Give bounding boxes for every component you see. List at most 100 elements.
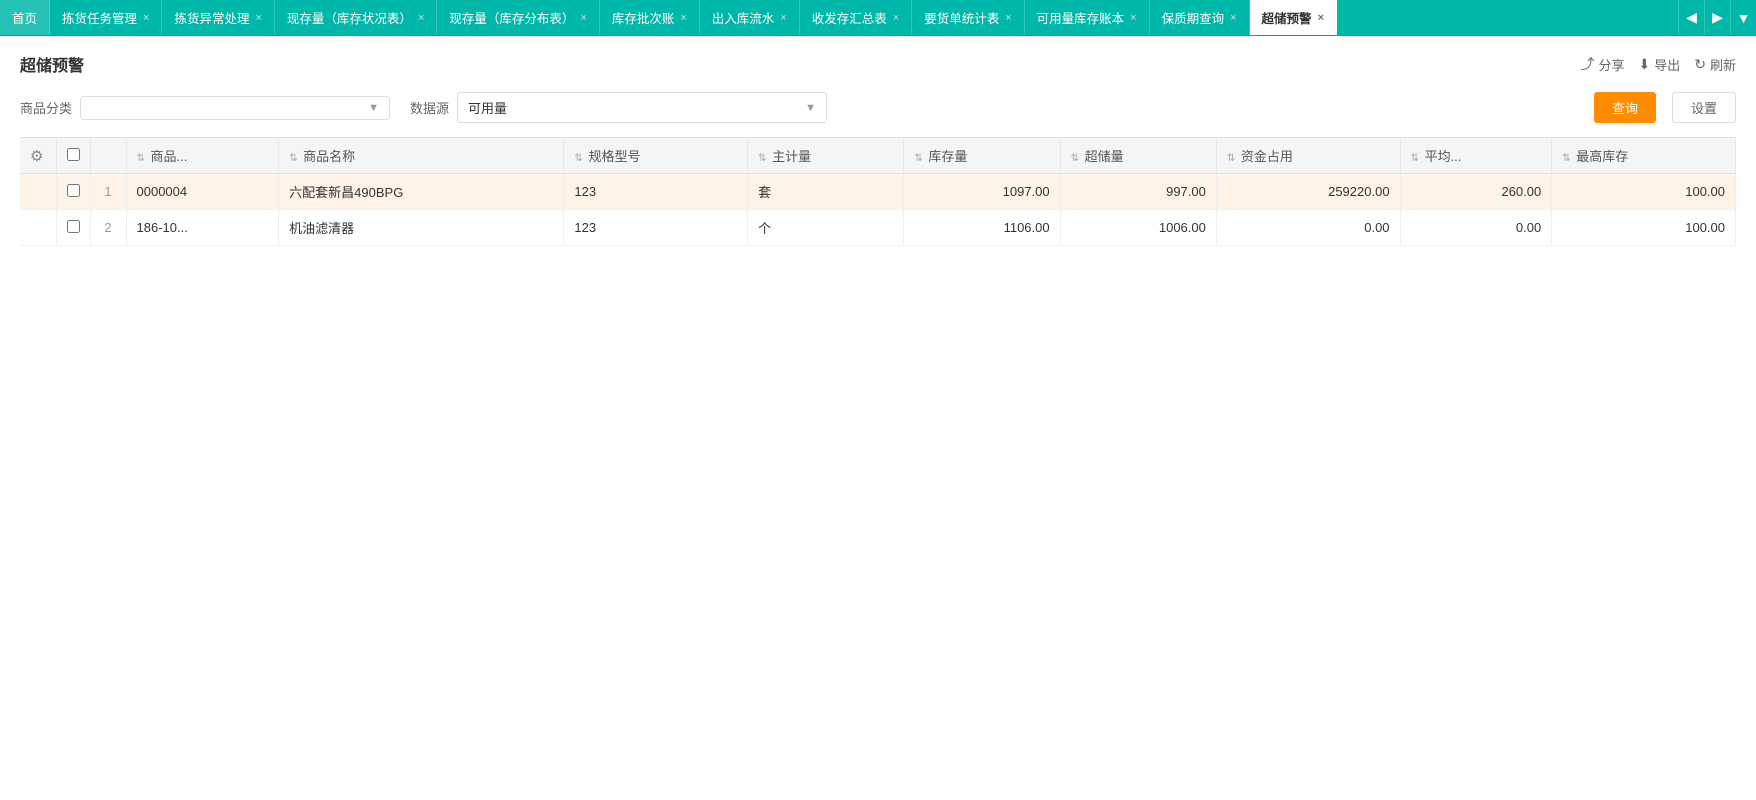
row-unit: 个 xyxy=(748,210,904,246)
row-number: 2 xyxy=(90,210,126,246)
row-max-stock: 100.00 xyxy=(1552,174,1736,210)
max-stock-header[interactable]: ⇅ 最高库存 xyxy=(1552,138,1736,174)
row-stock: 1106.00 xyxy=(904,210,1060,246)
sort-icon: ⇅ xyxy=(1227,153,1235,164)
close-icon[interactable]: × xyxy=(1130,12,1136,24)
capital-header[interactable]: ⇅ 资金占用 xyxy=(1216,138,1400,174)
header-actions: ⤴ 分享 ⬇ 导出 ↻ 刷新 xyxy=(1580,54,1736,74)
nav-stock-dist[interactable]: 现存量（库存分布表） × xyxy=(437,0,599,36)
name-header[interactable]: ⇅ 商品名称 xyxy=(279,138,564,174)
row-gear-cell xyxy=(20,174,56,210)
row-checkbox[interactable] xyxy=(67,184,80,197)
chevron-down-icon: ▼ xyxy=(805,102,816,114)
share-icon: ⤴ xyxy=(1580,54,1594,74)
row-overstock: 1006.00 xyxy=(1060,210,1216,246)
close-icon[interactable]: × xyxy=(1230,12,1236,24)
row-gear-cell xyxy=(20,210,56,246)
nav-exception[interactable]: 拣货异常处理 × xyxy=(162,0,274,36)
datasource-select[interactable]: 可用量 ▼ xyxy=(457,92,827,123)
row-checkbox-cell[interactable] xyxy=(56,174,90,210)
data-table: ⚙ ⇅ 商品... ⇅ 商品名称 ⇅ 规格型号 xyxy=(20,137,1736,246)
nav-order-stats[interactable]: 要货单统计表 × xyxy=(912,0,1024,36)
share-button[interactable]: ⤴ 分享 xyxy=(1580,54,1624,74)
category-select[interactable]: ▼ xyxy=(80,96,390,120)
refresh-button[interactable]: ↻ 刷新 xyxy=(1694,55,1736,74)
row-capital: 0.00 xyxy=(1216,210,1400,246)
table-header-row: ⚙ ⇅ 商品... ⇅ 商品名称 ⇅ 规格型号 xyxy=(20,138,1736,174)
nav-summary[interactable]: 收发存汇总表 × xyxy=(800,0,912,36)
row-avg: 260.00 xyxy=(1400,174,1552,210)
sort-icon: ⇅ xyxy=(574,153,582,164)
query-button[interactable]: 查询 xyxy=(1594,92,1656,123)
close-icon[interactable]: × xyxy=(893,12,899,24)
row-name: 六配套新昌490BPG xyxy=(279,174,564,210)
stock-header[interactable]: ⇅ 库存量 xyxy=(904,138,1060,174)
page-header: 超储预警 ⤴ 分享 ⬇ 导出 ↻ 刷新 xyxy=(20,52,1736,76)
nav-right-arrow[interactable]: ▶ xyxy=(1704,0,1730,36)
sort-icon: ⇅ xyxy=(914,153,922,164)
row-spec: 123 xyxy=(564,210,748,246)
close-icon[interactable]: × xyxy=(143,12,149,24)
gear-header[interactable]: ⚙ xyxy=(20,138,56,174)
sort-icon: ⇅ xyxy=(1411,153,1419,164)
select-all-header[interactable] xyxy=(56,138,90,174)
settings-icon[interactable]: ⚙ xyxy=(30,148,43,165)
row-unit: 套 xyxy=(748,174,904,210)
sort-icon: ⇅ xyxy=(137,153,145,164)
close-icon[interactable]: × xyxy=(1318,12,1324,24)
code-header[interactable]: ⇅ 商品... xyxy=(126,138,279,174)
sort-icon: ⇅ xyxy=(289,153,297,164)
rownum-header xyxy=(90,138,126,174)
close-icon[interactable]: × xyxy=(780,12,786,24)
category-filter: 商品分类 ▼ xyxy=(20,96,390,120)
nav-left-arrow[interactable]: ◀ xyxy=(1678,0,1704,36)
nav-expiry[interactable]: 保质期查询 × xyxy=(1150,0,1250,36)
category-label: 商品分类 xyxy=(20,98,72,117)
row-max-stock: 100.00 xyxy=(1552,210,1736,246)
refresh-icon: ↻ xyxy=(1694,56,1706,73)
select-all-checkbox[interactable] xyxy=(67,148,80,161)
top-navigation: 首页 拣货任务管理 × 拣货异常处理 × 现存量（库存状况表） × 现存量（库存… xyxy=(0,0,1756,36)
nav-stock-status[interactable]: 现存量（库存状况表） × xyxy=(275,0,437,36)
row-number: 1 xyxy=(90,174,126,210)
row-checkbox-cell[interactable] xyxy=(56,210,90,246)
row-stock: 1097.00 xyxy=(904,174,1060,210)
row-checkbox[interactable] xyxy=(67,220,80,233)
export-button[interactable]: ⬇ 导出 xyxy=(1639,55,1681,74)
row-code: 0000004 xyxy=(126,174,279,210)
page-content: 超储预警 ⤴ 分享 ⬇ 导出 ↻ 刷新 商品分类 ▼ 数据源 xyxy=(0,36,1756,800)
sort-icon: ⇅ xyxy=(1562,153,1570,164)
export-icon: ⬇ xyxy=(1639,56,1651,73)
sort-icon: ⇅ xyxy=(758,153,766,164)
nav-task-mgmt[interactable]: 拣货任务管理 × xyxy=(50,0,162,36)
table-row: 2 186-10... 机油滤清器 123 个 1106.00 1006.00 … xyxy=(20,210,1736,246)
sort-icon: ⇅ xyxy=(1071,153,1079,164)
nav-available-stock[interactable]: 可用量库存账本 × xyxy=(1025,0,1150,36)
close-icon[interactable]: × xyxy=(255,12,261,24)
row-capital: 259220.00 xyxy=(1216,174,1400,210)
unit-header[interactable]: ⇅ 主计量 xyxy=(748,138,904,174)
avg-header[interactable]: ⇅ 平均... xyxy=(1400,138,1552,174)
row-name: 机油滤清器 xyxy=(279,210,564,246)
row-code: 186-10... xyxy=(126,210,279,246)
datasource-select-value: 可用量 xyxy=(468,98,507,117)
nav-inout-flow[interactable]: 出入库流水 × xyxy=(700,0,800,36)
spec-header[interactable]: ⇅ 规格型号 xyxy=(564,138,748,174)
nav-more-arrow[interactable]: ▼ xyxy=(1730,0,1756,36)
nav-overstock[interactable]: 超储预警 × xyxy=(1250,0,1337,36)
close-icon[interactable]: × xyxy=(680,12,686,24)
row-avg: 0.00 xyxy=(1400,210,1552,246)
datasource-label: 数据源 xyxy=(410,98,449,117)
nav-batch-account[interactable]: 库存批次账 × xyxy=(600,0,700,36)
row-overstock: 997.00 xyxy=(1060,174,1216,210)
table-row: 1 0000004 六配套新昌490BPG 123 套 1097.00 997.… xyxy=(20,174,1736,210)
chevron-down-icon: ▼ xyxy=(368,102,379,114)
close-icon[interactable]: × xyxy=(1005,12,1011,24)
row-spec: 123 xyxy=(564,174,748,210)
settings-button[interactable]: 设置 xyxy=(1672,92,1736,123)
close-icon[interactable]: × xyxy=(580,12,586,24)
nav-home[interactable]: 首页 xyxy=(0,0,50,36)
overstock-header[interactable]: ⇅ 超储量 xyxy=(1060,138,1216,174)
close-icon[interactable]: × xyxy=(418,12,424,24)
datasource-filter: 数据源 可用量 ▼ xyxy=(410,92,827,123)
